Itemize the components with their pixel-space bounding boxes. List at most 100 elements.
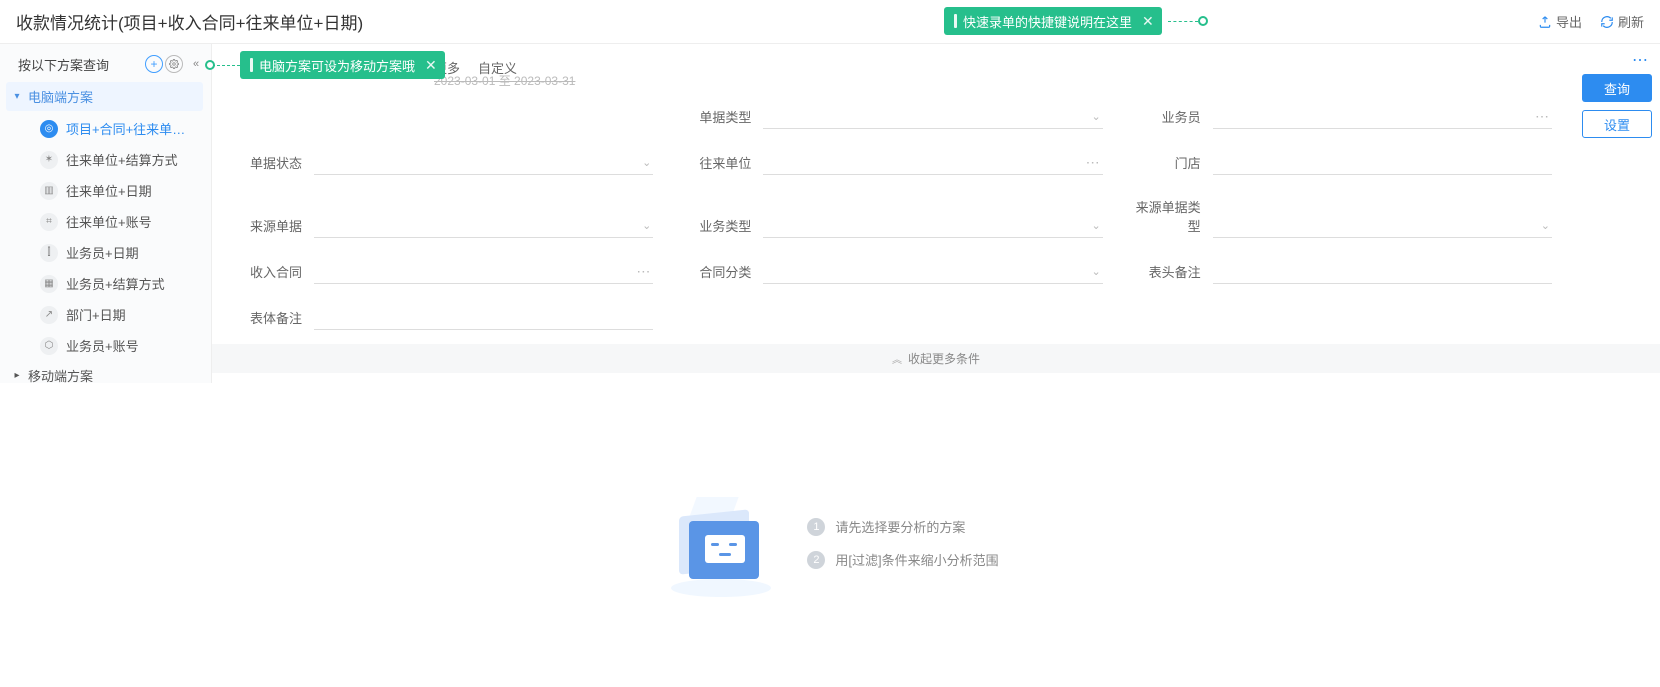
tree-group-pc: ▾ 电脑端方案 ◎项目+合同+往来单位... ✶往来单位+结算方式 ▥往来单位+…: [6, 82, 203, 361]
tip-mobile-close[interactable]: ✕: [425, 58, 437, 72]
tree-group-pc-head[interactable]: ▾ 电脑端方案: [6, 82, 203, 111]
step-number: 2: [807, 551, 825, 569]
sidebar-title: 按以下方案查询: [18, 55, 109, 74]
field-source-bill: 来源单据⌄: [234, 197, 653, 238]
biz-type-select[interactable]: ⌄: [763, 214, 1102, 238]
store-input[interactable]: [1213, 151, 1552, 175]
chevron-down-icon: ⌄: [1541, 219, 1550, 232]
empty-illustration: [661, 493, 781, 593]
date-range-hint: 2023-03-01 至 2023-03-31: [434, 72, 575, 89]
tip-accent: [250, 58, 253, 72]
ellipsis-icon: ⋯: [636, 263, 651, 280]
head-remark-input[interactable]: [1213, 260, 1552, 284]
scheme-tree: ▾ 电脑端方案 ◎项目+合同+往来单位... ✶往来单位+结算方式 ▥往来单位+…: [0, 80, 211, 383]
chevron-down-icon: ⌄: [642, 219, 651, 232]
step-number: 1: [807, 518, 825, 536]
field-body-remark: 表体备注: [234, 306, 653, 330]
filter-grid: 单据类型⌄ 业务员⋯ 单据状态⌄ 往来单位⋯ 门店 来源单据⌄ 业务类型⌄ 来源…: [234, 105, 1552, 330]
tree-group-mobile: ▸ 移动端方案: [6, 361, 203, 383]
tree-item[interactable]: ▥往来单位+日期: [6, 175, 203, 206]
partner-picker[interactable]: ⋯: [763, 151, 1102, 175]
tip-dot: [1198, 16, 1208, 26]
empty-step-1: 1请先选择要分析的方案: [807, 517, 998, 536]
tip-mobile: 电脑方案可设为移动方案哦 ✕: [240, 51, 445, 79]
filter-panel: 更多 自定义 2023-03-01 至 2023-03-31 单据类型⌄ 业务员…: [212, 44, 1660, 383]
field-partner: 往来单位⋯: [683, 151, 1102, 175]
tip-shortcut: 快速录单的快捷键说明在这里 ✕: [944, 7, 1162, 35]
tree-item[interactable]: ◎项目+合同+往来单位...: [6, 113, 203, 144]
scheme-settings-button[interactable]: [165, 55, 183, 73]
caret-right-icon: ▸: [12, 370, 22, 381]
target-icon: ◎: [40, 120, 58, 138]
empty-steps: 1请先选择要分析的方案 2用[过滤]条件来缩小分析范围: [807, 517, 998, 569]
contract-class-select[interactable]: ⌄: [763, 260, 1102, 284]
settings-button[interactable]: 设置: [1582, 110, 1652, 138]
export-button[interactable]: 导出: [1538, 12, 1582, 31]
tip-accent: [954, 14, 957, 28]
chevron-up-icon: ︽: [892, 351, 902, 366]
refresh-icon: [1600, 15, 1614, 29]
tree-item[interactable]: ⌗往来单位+账号: [6, 206, 203, 237]
field-income-contract: 收入合同⋯: [234, 260, 653, 284]
tip-connector: [212, 65, 240, 66]
refresh-button[interactable]: 刷新: [1600, 12, 1644, 31]
tree-item[interactable]: ✶往来单位+结算方式: [6, 144, 203, 175]
field-bill-status: 单据状态⌄: [234, 151, 653, 175]
chevron-down-icon: ⌄: [642, 156, 651, 169]
account-icon: ⌗: [40, 213, 58, 231]
field-store: 门店: [1133, 151, 1552, 175]
calendar-icon: ▥: [40, 182, 58, 200]
sidebar-collapse-button[interactable]: «: [187, 56, 203, 72]
export-icon: [1538, 15, 1552, 29]
top-actions: 导出 刷新: [1538, 12, 1644, 31]
add-scheme-button[interactable]: +: [145, 55, 163, 73]
field-bill-type: 单据类型⌄: [683, 105, 1102, 129]
field-source-bill-type: 来源单据类型⌄: [1133, 197, 1552, 238]
topbar: 收款情况统计(项目+收入合同+往来单位+日期) 快速录单的快捷键说明在这里 ✕ …: [0, 0, 1660, 44]
sidebar-head: 按以下方案查询 + «: [0, 52, 211, 80]
source-bill-type-select[interactable]: ⌄: [1213, 214, 1552, 238]
field-salesman: 业务员⋯: [1133, 105, 1552, 129]
page-title: 收款情况统计(项目+收入合同+往来单位+日期): [16, 9, 363, 34]
ellipsis-icon: ⋯: [1086, 154, 1101, 171]
body-remark-input[interactable]: [314, 306, 653, 330]
bar-icon: ⫿: [40, 244, 58, 262]
trend-icon: ↗: [40, 306, 58, 324]
tree-group-mobile-head[interactable]: ▸ 移动端方案: [6, 361, 203, 383]
query-button[interactable]: 查询: [1582, 74, 1652, 102]
tree-item[interactable]: ▦业务员+结算方式: [6, 268, 203, 299]
tip-shortcut-close[interactable]: ✕: [1142, 14, 1154, 28]
cube-icon: ⬡: [40, 337, 58, 355]
income-contract-picker[interactable]: ⋯: [314, 260, 653, 284]
chevron-down-icon: ⌄: [1091, 265, 1100, 278]
empty-state: 1请先选择要分析的方案 2用[过滤]条件来缩小分析范围: [0, 493, 1660, 593]
field-biz-type: 业务类型⌄: [683, 197, 1102, 238]
tip-connector: [1168, 21, 1198, 22]
bill-status-select[interactable]: ⌄: [314, 151, 653, 175]
body: 按以下方案查询 + « ▾ 电脑端方案 ◎项目+合同+往来单位... ✶往来单位…: [0, 44, 1660, 383]
tree-item[interactable]: ↗部门+日期: [6, 299, 203, 330]
more-icon[interactable]: ⋯: [1582, 50, 1652, 70]
tip-shortcut-text: 快速录单的快捷键说明在这里: [963, 12, 1132, 31]
tree-item[interactable]: ⫿业务员+日期: [6, 237, 203, 268]
tip-mobile-text: 电脑方案可设为移动方案哦: [259, 56, 415, 75]
ellipsis-icon: ⋯: [1535, 108, 1550, 125]
chevron-down-icon: ⌄: [1091, 219, 1100, 232]
source-bill-select[interactable]: ⌄: [314, 214, 653, 238]
salesman-picker[interactable]: ⋯: [1213, 105, 1552, 129]
chevron-down-icon: ⌄: [1091, 110, 1100, 123]
caret-down-icon: ▾: [12, 91, 22, 102]
field-contract-class: 合同分类⌄: [683, 260, 1102, 284]
grid-icon: ▦: [40, 275, 58, 293]
field-head-remark: 表头备注: [1133, 260, 1552, 284]
bill-type-select[interactable]: ⌄: [763, 105, 1102, 129]
tip-dot: [205, 60, 215, 70]
chart-icon: ✶: [40, 151, 58, 169]
gear-icon: [169, 59, 179, 69]
action-column: ⋯ 查询 设置: [1582, 54, 1652, 138]
tree-items-pc: ◎项目+合同+往来单位... ✶往来单位+结算方式 ▥往来单位+日期 ⌗往来单位…: [6, 111, 203, 361]
sidebar-ops: + «: [145, 55, 203, 73]
tree-item[interactable]: ⬡业务员+账号: [6, 330, 203, 361]
sidebar: 按以下方案查询 + « ▾ 电脑端方案 ◎项目+合同+往来单位... ✶往来单位…: [0, 44, 212, 383]
collapse-filters-bar[interactable]: ︽ 收起更多条件: [212, 344, 1660, 373]
